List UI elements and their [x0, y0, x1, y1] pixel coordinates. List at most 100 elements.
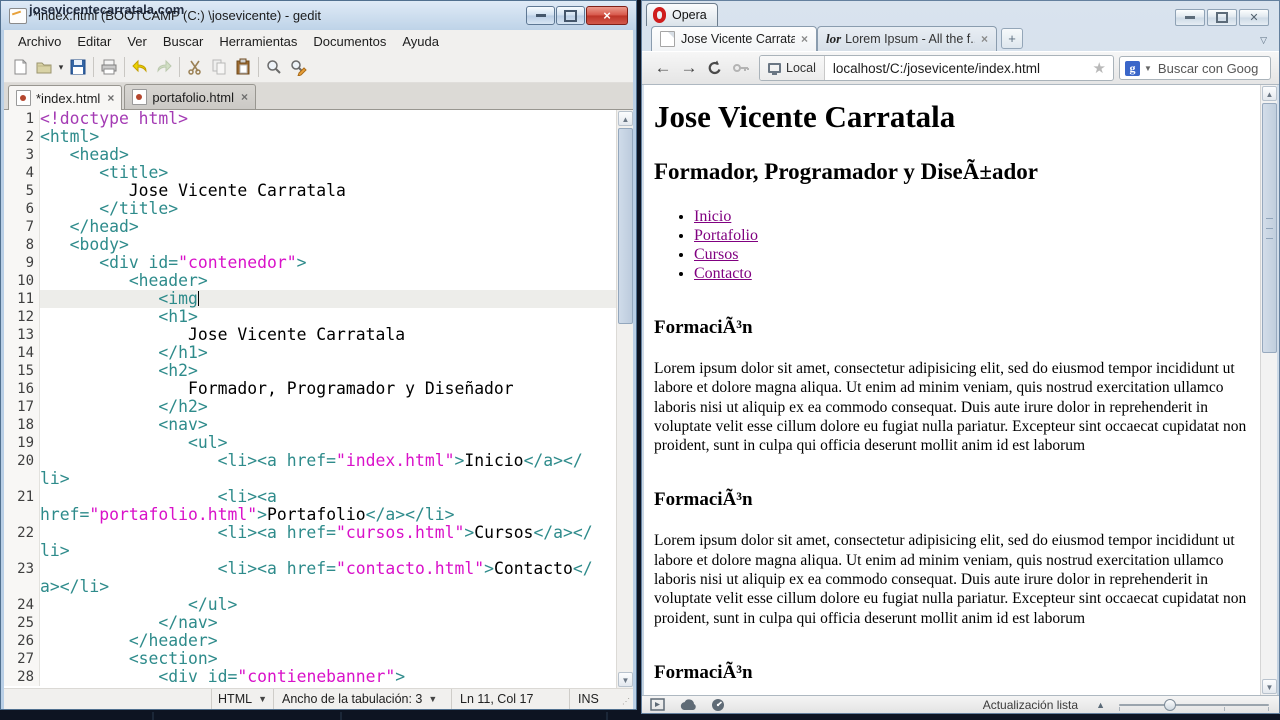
scroll-up-icon[interactable]: ▲	[618, 111, 633, 126]
menu-herramientas[interactable]: Herramientas	[211, 32, 305, 51]
update-status-label[interactable]: Actualización lista	[983, 698, 1078, 712]
code-text: <title>	[99, 164, 169, 182]
restore-button[interactable]	[556, 6, 585, 25]
code-line: 8 <body>	[4, 236, 633, 254]
nav-list-item: Portafolio	[694, 226, 1250, 245]
code-line: 11 <img	[4, 290, 633, 308]
tab-title: Jose Vicente Carratala	[681, 32, 795, 46]
undo-icon[interactable]	[128, 55, 152, 79]
menu-editar[interactable]: Editar	[69, 32, 119, 51]
minimize-button[interactable]	[526, 6, 555, 25]
code-text: <div id="contenedor">	[99, 254, 307, 272]
menu-ver[interactable]: Ver	[119, 32, 155, 51]
page-title: Jose Vicente Carratala	[654, 99, 956, 134]
find-icon[interactable]	[262, 55, 286, 79]
new-document-icon[interactable]	[8, 55, 32, 79]
code-line: li>	[4, 470, 633, 488]
code-text: </nav>	[158, 614, 218, 632]
search-input[interactable]	[1155, 59, 1265, 77]
code-text: Jose Vicente Carratala	[40, 182, 346, 200]
forward-icon[interactable]: →	[676, 55, 702, 81]
close-button[interactable]: ×	[586, 6, 628, 25]
tab-close-icon[interactable]: ×	[795, 32, 808, 46]
minimize-button[interactable]	[1175, 9, 1205, 26]
print-icon[interactable]	[97, 55, 121, 79]
restore-button[interactable]	[1207, 9, 1237, 26]
taskbar-tick	[606, 712, 608, 720]
zoom-slider[interactable]	[1119, 698, 1269, 712]
close-button[interactable]: ✕	[1239, 9, 1269, 26]
code-text: <li><a href="cursos.html">Cursos</a></	[217, 524, 593, 542]
code-text: <li><a href="index.html">Inicio</a></	[217, 452, 583, 470]
open-dropdown-icon[interactable]: ▾	[56, 62, 66, 73]
new-tab-button[interactable]: +	[1001, 28, 1023, 49]
page-scrollbar-thumb[interactable]	[1262, 103, 1277, 353]
update-expand-icon[interactable]: ▲	[1096, 700, 1105, 710]
line-number: 6	[4, 200, 40, 218]
page-scrollbar[interactable]: ▲ ▼	[1260, 85, 1277, 695]
key-icon[interactable]	[728, 55, 754, 81]
redo-icon[interactable]	[152, 55, 176, 79]
tab-close-icon[interactable]: ×	[241, 90, 248, 104]
nav-link-portafolio[interactable]: Portafolio	[694, 227, 758, 244]
scroll-up-icon[interactable]: ▲	[1262, 86, 1277, 101]
paste-icon[interactable]	[231, 55, 255, 79]
tab-close-icon[interactable]: ×	[107, 91, 114, 105]
line-number: 14	[4, 344, 40, 362]
gedit-tab-indexhtml[interactable]: *index.html ×	[8, 85, 123, 110]
language-selector[interactable]: HTML ▼	[211, 689, 273, 709]
security-badge[interactable]: Local	[760, 56, 825, 80]
menu-ayuda[interactable]: Ayuda	[394, 32, 447, 51]
opera-tab-active[interactable]: Jose Vicente Carratala ×	[651, 26, 817, 51]
tab-list-chevron-icon[interactable]: ▽	[1260, 35, 1267, 46]
opera-titlebar[interactable]: Opera ✕	[642, 1, 1279, 26]
tab-close-icon[interactable]: ×	[975, 32, 988, 46]
opera-link-cloud-icon[interactable]	[679, 698, 697, 711]
code-text: href="portafolio.html">Portafolio</a></l…	[40, 506, 455, 524]
opera-turbo-icon[interactable]	[711, 698, 725, 712]
open-folder-icon[interactable]	[32, 55, 56, 79]
search-box[interactable]: g ▼	[1119, 56, 1271, 80]
reload-icon[interactable]	[702, 55, 728, 81]
code-line: 5 Jose Vicente Carratala	[4, 182, 633, 200]
line-number: 11	[4, 290, 40, 308]
code-line: 18 <nav>	[4, 416, 633, 434]
line-number: 12	[4, 308, 40, 326]
editor-scrollbar-thumb[interactable]	[618, 128, 633, 324]
code-text: <!doctype html>	[40, 110, 189, 128]
opera-window: Opera ✕ Jose Vicente Carratala × lor Lorem …	[641, 0, 1280, 714]
address-bar[interactable]: Local localhost/C:/josevicente/index.htm…	[759, 55, 1114, 81]
code-editor[interactable]: 1 <!doctype html> 2 <html> 3 <head> 4 <title>…	[4, 110, 633, 688]
opera-tab-background[interactable]: lor Lorem Ipsum - All the f... ×	[817, 26, 997, 51]
menu-buscar[interactable]: Buscar	[155, 32, 211, 51]
menu-archivo[interactable]: Archivo	[10, 32, 69, 51]
line-number: 4	[4, 164, 40, 182]
bookmark-star-icon[interactable]: ★	[1086, 59, 1113, 77]
panel-toggle-icon[interactable]	[650, 698, 665, 711]
line-number: 23	[4, 560, 40, 578]
nav-link-contacto[interactable]: Contacto	[694, 265, 752, 282]
copy-icon[interactable]	[207, 55, 231, 79]
scroll-down-icon[interactable]: ▼	[1262, 679, 1277, 694]
resize-grip[interactable]: ⋰	[619, 689, 633, 709]
cut-icon[interactable]	[183, 55, 207, 79]
nav-link-cursos[interactable]: Cursos	[694, 246, 738, 263]
gedit-tab-portafoliohtml[interactable]: portafolio.html ×	[124, 84, 256, 109]
code-text: <img	[40, 290, 633, 308]
tab-label: portafolio.html	[152, 89, 234, 105]
code-text: </title>	[99, 200, 179, 218]
section-heading: FormaciÃ³n	[654, 317, 753, 338]
opera-menu-button[interactable]: Opera	[646, 3, 718, 26]
url-field[interactable]: localhost/C:/josevicente/index.html	[825, 61, 1086, 76]
scroll-down-icon[interactable]: ▼	[618, 672, 633, 687]
editor-scrollbar[interactable]: ▲ ▼	[616, 110, 633, 688]
search-engine-dropdown-icon[interactable]: ▼	[1144, 64, 1152, 73]
tab-width-selector[interactable]: Ancho de la tabulación: 3 ▼	[273, 689, 451, 709]
tab-title: Lorem Ipsum - All the f...	[845, 32, 975, 46]
nav-link-inicio[interactable]: Inicio	[694, 208, 731, 225]
zoom-slider-knob[interactable]	[1164, 698, 1176, 711]
find-replace-icon[interactable]	[286, 55, 310, 79]
save-icon[interactable]	[66, 55, 90, 79]
back-icon[interactable]: ←	[650, 55, 676, 81]
menu-documentos[interactable]: Documentos	[305, 32, 394, 51]
